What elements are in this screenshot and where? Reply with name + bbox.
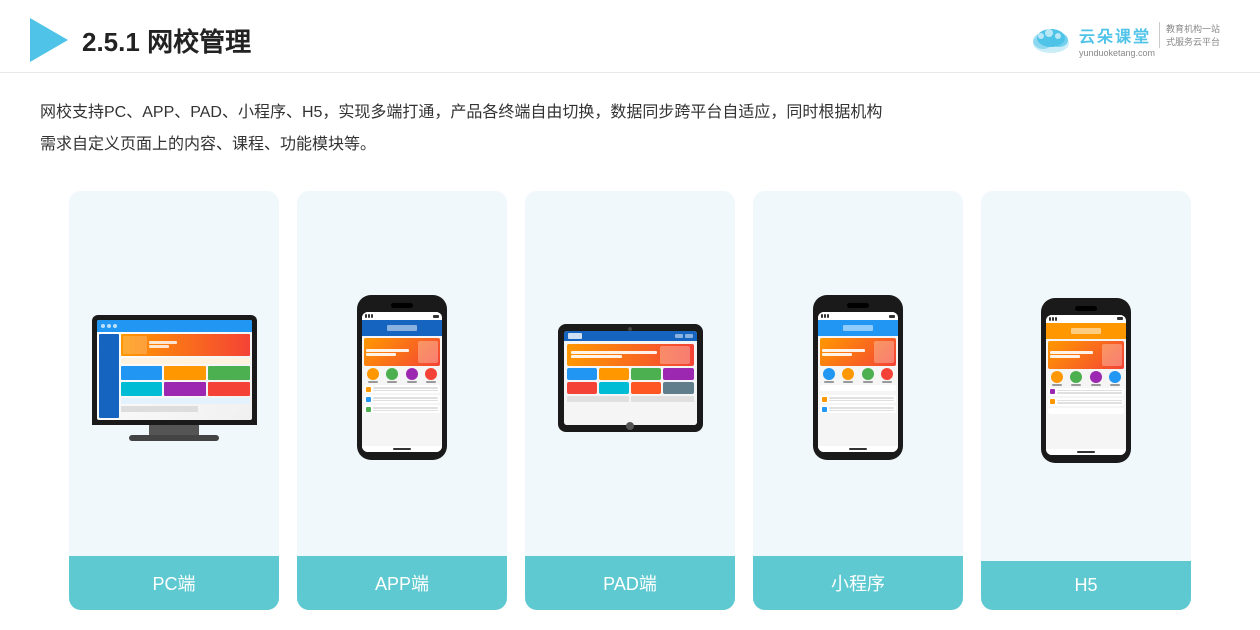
header-left: 2.5.1 网校管理 xyxy=(30,18,251,62)
logo-triangle-icon xyxy=(30,18,68,62)
device-pc xyxy=(92,315,257,441)
brand-slogan: 教育机构一站 式服务云平台 xyxy=(1159,22,1220,48)
header-right: 云朵课堂 教育机构一站 式服务云平台 yunduoketang.com xyxy=(1029,22,1220,58)
card-pad-image xyxy=(525,191,735,556)
phone-frame-mp xyxy=(813,295,903,460)
page: 2.5.1 网校管理 云朵课堂 xyxy=(0,0,1260,630)
title-prefix: 2.5.1 xyxy=(82,27,147,57)
card-app-label: APP端 xyxy=(297,556,507,610)
card-h5-image xyxy=(981,191,1191,561)
brand-info: 云朵课堂 教育机构一站 式服务云平台 yunduoketang.com xyxy=(1079,22,1220,58)
description-section: 网校支持PC、APP、PAD、小程序、H5，实现多端打通，产品各终端自由切换，数… xyxy=(0,73,1260,171)
card-h5: H5 xyxy=(981,191,1191,610)
device-tablet xyxy=(558,324,703,432)
card-pad: PAD端 xyxy=(525,191,735,610)
phone-frame-app xyxy=(357,295,447,460)
card-h5-label: H5 xyxy=(981,561,1191,610)
card-pad-label: PAD端 xyxy=(525,556,735,610)
card-miniprogram-image xyxy=(753,191,963,556)
monitor-screen xyxy=(97,320,252,420)
brand-slogan-line2: 式服务云平台 xyxy=(1166,35,1220,48)
device-phone-mp xyxy=(813,295,903,460)
description-line2: 需求自定义页面上的内容、课程、功能模块等。 xyxy=(40,129,1220,161)
card-pc: PC端 xyxy=(69,191,279,610)
card-pc-image xyxy=(69,191,279,556)
header: 2.5.1 网校管理 云朵课堂 xyxy=(0,0,1260,73)
device-phone-app xyxy=(357,295,447,460)
card-app: APP端 xyxy=(297,191,507,610)
brand-cloud-icon xyxy=(1029,23,1073,57)
title-bold: 网校管理 xyxy=(147,27,251,57)
card-miniprogram: 小程序 xyxy=(753,191,963,610)
tablet-frame xyxy=(558,324,703,432)
brand-url: yunduoketang.com xyxy=(1079,48,1220,58)
cards-section: PC端 xyxy=(0,171,1260,630)
brand-logo: 云朵课堂 教育机构一站 式服务云平台 yunduoketang.com xyxy=(1029,22,1220,58)
phone-frame-h5 xyxy=(1041,298,1131,463)
device-phone-h5 xyxy=(1041,298,1131,463)
card-miniprogram-label: 小程序 xyxy=(753,556,963,610)
brand-name: 云朵课堂 xyxy=(1079,23,1151,47)
page-title: 2.5.1 网校管理 xyxy=(82,22,251,59)
monitor-frame xyxy=(92,315,257,425)
card-pc-label: PC端 xyxy=(69,556,279,610)
card-app-image xyxy=(297,191,507,556)
description-line1: 网校支持PC、APP、PAD、小程序、H5，实现多端打通，产品各终端自由切换，数… xyxy=(40,97,1220,129)
brand-slogan-line1: 教育机构一站 xyxy=(1166,22,1220,35)
